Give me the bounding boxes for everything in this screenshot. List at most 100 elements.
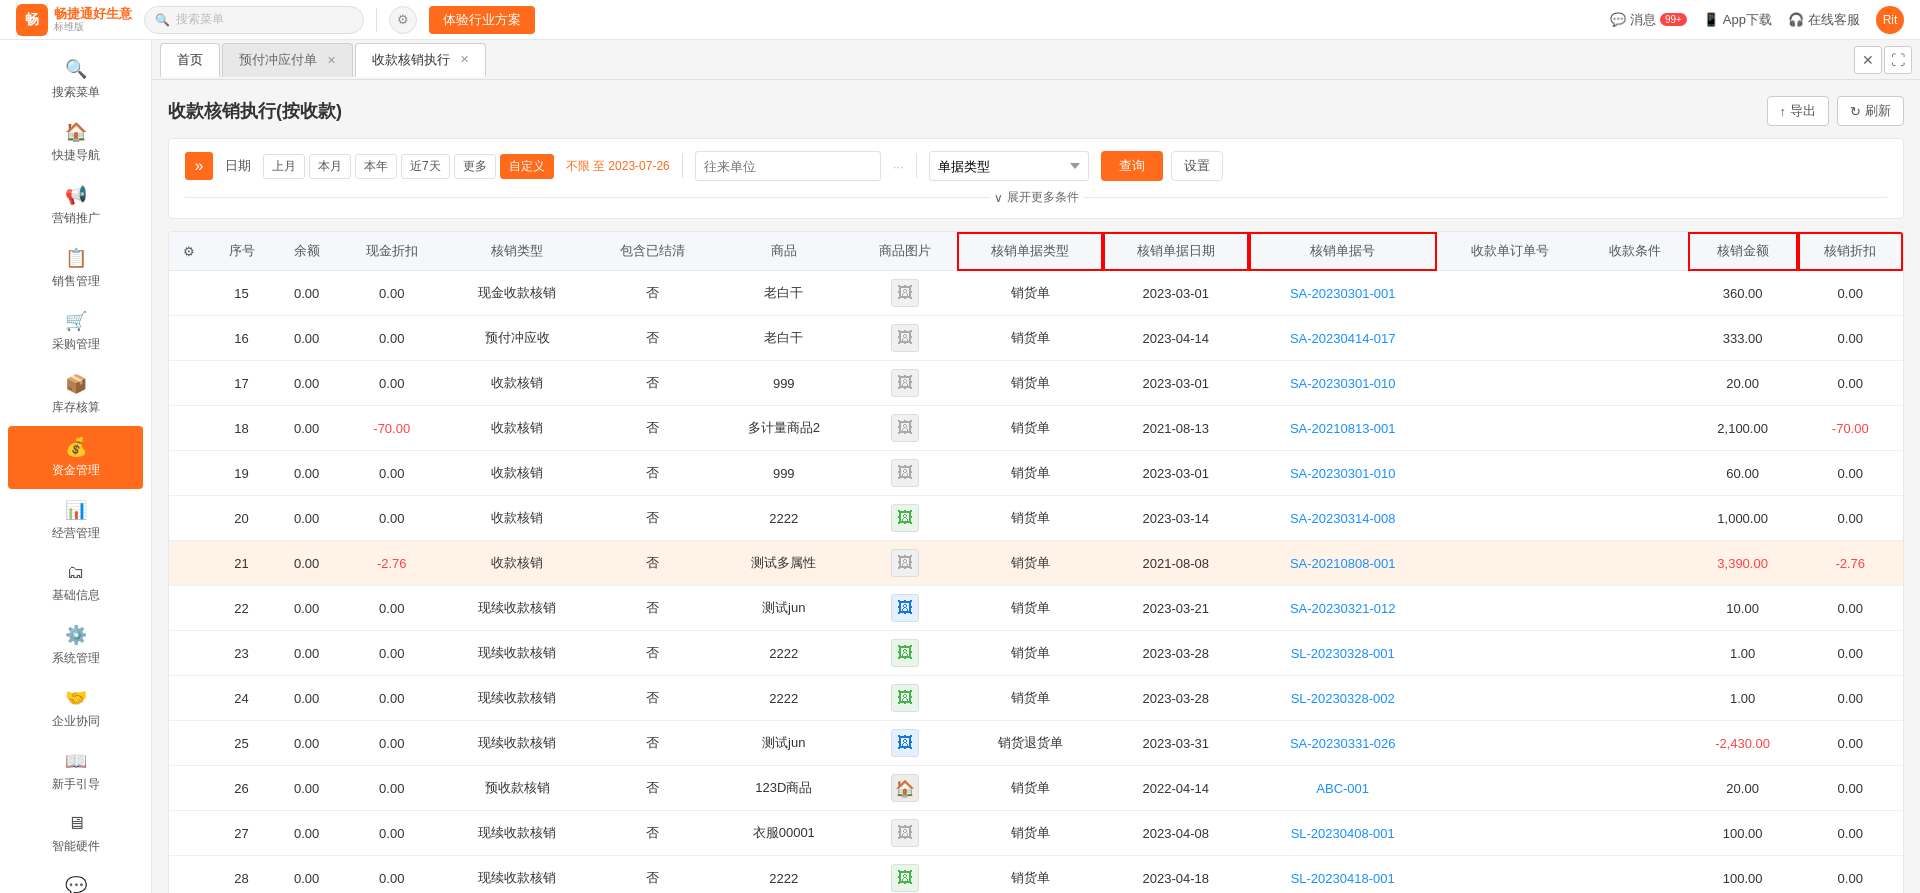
bill-no-link[interactable]: SA-20230301-010 (1290, 376, 1396, 391)
message-btn[interactable]: 💬 消息 99+ (1610, 11, 1687, 29)
data-table-container: ⚙ 序号 余额 现金折扣 核销类型 包含已结清 商品 商品图片 核销单据类型 核… (168, 231, 1904, 893)
sales-icon: 📋 (65, 247, 87, 269)
date-btn-more[interactable]: 更多 (454, 154, 496, 179)
export-icon: ↑ (1780, 104, 1787, 119)
th-settings: ⚙ (169, 232, 209, 271)
sidebar-item-purchase[interactable]: 🛒 采购管理 (0, 300, 151, 363)
data-table: ⚙ 序号 余额 现金折扣 核销类型 包含已结清 商品 商品图片 核销单据类型 核… (169, 232, 1903, 893)
expand-more-row[interactable]: ∨ 展开更多条件 (185, 189, 1887, 206)
th-cancel-type: 核销类型 (444, 232, 590, 271)
tab-close-btn[interactable]: ✕ (1854, 46, 1882, 74)
sidebar-item-marketing[interactable]: 📢 营销推广 (0, 174, 151, 237)
page-content: 收款核销执行(按收款) ↑ 导出 ↻ 刷新 » (152, 80, 1920, 893)
sidebar-item-wechat[interactable]: 💬 企业微信 (0, 865, 151, 893)
settings-btn[interactable]: 设置 (1171, 151, 1223, 181)
date-range-text: 不限 至 2023-07-26 (566, 158, 670, 175)
table-row: 160.000.00预付冲应收否老白干🖼销货单2023-04-14SA-2023… (169, 316, 1903, 361)
sidebar-item-quicknav[interactable]: 🏠 快捷导航 (0, 111, 151, 174)
main-layout: 🔍 搜索菜单 🏠 快捷导航 📢 营销推广 📋 销售管理 🛒 采购管理 📦 库存核… (0, 40, 1920, 893)
product-thumbnail: 🖼 (891, 864, 919, 892)
page-title-bar: 收款核销执行(按收款) ↑ 导出 ↻ 刷新 (168, 96, 1904, 126)
bill-no-link[interactable]: SA-20230331-026 (1290, 736, 1396, 751)
filter-expand-btn[interactable]: » (185, 152, 213, 180)
product-thumbnail: 🖼 (891, 594, 919, 622)
partner-input[interactable] (695, 151, 881, 181)
trial-btn[interactable]: 体验行业方案 (429, 6, 535, 34)
sidebar-item-guide[interactable]: 📖 新手引导 (0, 740, 151, 803)
tab-home[interactable]: 首页 (160, 43, 220, 77)
home-icon: 🏠 (65, 121, 87, 143)
bill-no-link[interactable]: SA-20230314-008 (1290, 511, 1396, 526)
logo-icon: 畅 (16, 4, 48, 36)
inventory-icon: 📦 (65, 373, 87, 395)
refresh-icon: ↻ (1850, 104, 1861, 119)
product-thumbnail: 🖼 (891, 459, 919, 487)
enterprise-icon: 🤝 (65, 687, 87, 709)
th-balance: 余额 (274, 232, 339, 271)
th-include-settled: 包含已结清 (590, 232, 715, 271)
table-row: 240.000.00现续收款核销否2222🖼销货单2023-03-28SL-20… (169, 676, 1903, 721)
online-service-btn[interactable]: 🎧 在线客服 (1788, 11, 1860, 29)
sidebar-item-basic-info[interactable]: 🗂 基础信息 (0, 552, 151, 614)
table-row: 220.000.00现续收款核销否测试jun🖼销货单2023-03-21SA-2… (169, 586, 1903, 631)
th-cancel-discount: 核销折扣 (1798, 232, 1903, 271)
export-btn[interactable]: ↑ 导出 (1767, 96, 1830, 126)
tab-close-prepay[interactable]: ✕ (327, 54, 336, 67)
tab-cancel[interactable]: 收款核销执行 ✕ (355, 43, 486, 77)
sidebar-item-enterprise[interactable]: 🤝 企业协同 (0, 677, 151, 740)
management-icon: 📊 (65, 499, 87, 521)
system-icon: ⚙️ (65, 624, 87, 646)
bill-no-link[interactable]: SA-20210813-001 (1290, 421, 1396, 436)
product-thumbnail: 🏠 (891, 774, 919, 802)
app-download-btn[interactable]: 📱 App下载 (1703, 11, 1772, 29)
bill-no-link[interactable]: SA-20230321-012 (1290, 601, 1396, 616)
product-thumbnail: 🖼 (891, 729, 919, 757)
bill-no-link[interactable]: ABC-001 (1316, 781, 1369, 796)
refresh-btn[interactable]: ↻ 刷新 (1837, 96, 1904, 126)
product-thumbnail: 🖼 (891, 279, 919, 307)
table-row: 280.000.00现续收款核销否2222🖼销货单2023-04-18SL-20… (169, 856, 1903, 894)
search-box[interactable]: 🔍 搜索菜单 (144, 6, 364, 34)
search-icon: 🔍 (155, 13, 170, 27)
bill-no-link[interactable]: SA-20230301-001 (1290, 286, 1396, 301)
tab-prepay[interactable]: 预付冲应付单 ✕ (222, 43, 353, 77)
sidebar-item-inventory[interactable]: 📦 库存核算 (0, 363, 151, 426)
content-area: 首页 预付冲应付单 ✕ 收款核销执行 ✕ ✕ ⛶ 收款核销执行(按收款) ↑ (152, 40, 1920, 893)
bill-no-link[interactable]: SL-20230328-001 (1291, 646, 1395, 661)
date-btn-last-month[interactable]: 上月 (263, 154, 305, 179)
table-row: 270.000.00现续收款核销否衣服00001🖼销货单2023-04-08SL… (169, 811, 1903, 856)
bill-no-link[interactable]: SL-20230328-002 (1291, 691, 1395, 706)
settings-icon[interactable]: ⚙ (389, 6, 417, 34)
bill-no-link[interactable]: SL-20230408-001 (1291, 826, 1395, 841)
user-avatar[interactable]: Rit (1876, 6, 1904, 34)
date-btn-custom[interactable]: 自定义 (500, 154, 554, 179)
sidebar-item-finance[interactable]: 💰 资金管理 (8, 426, 143, 489)
date-btn-this-year[interactable]: 本年 (355, 154, 397, 179)
product-thumbnail: 🖼 (891, 414, 919, 442)
bill-no-link[interactable]: SA-20210808-001 (1290, 556, 1396, 571)
top-bar: 畅 畅捷通好生意 标维版 🔍 搜索菜单 ⚙ 体验行业方案 💬 消息 99+ 📱 … (0, 0, 1920, 40)
th-cash-discount: 现金折扣 (339, 232, 444, 271)
sidebar-item-hardware[interactable]: 🖥 智能硬件 (0, 803, 151, 865)
th-receipt-order-no: 收款单订单号 (1437, 232, 1583, 271)
sidebar-item-sales[interactable]: 📋 销售管理 (0, 237, 151, 300)
order-type-select[interactable]: 单据类型 (929, 151, 1089, 181)
bill-no-link[interactable]: SL-20230418-001 (1291, 871, 1395, 886)
partner-more-btn[interactable]: ··· (893, 159, 904, 174)
tab-close-cancel[interactable]: ✕ (460, 53, 469, 66)
date-btn-this-month[interactable]: 本月 (309, 154, 351, 179)
query-btn[interactable]: 查询 (1101, 151, 1163, 181)
product-thumbnail: 🖼 (891, 819, 919, 847)
tab-maximize-btn[interactable]: ⛶ (1884, 46, 1912, 74)
tab-bar: 首页 预付冲应付单 ✕ 收款核销执行 ✕ ✕ ⛶ (152, 40, 1920, 80)
product-thumbnail: 🖼 (891, 639, 919, 667)
sidebar-item-search[interactable]: 🔍 搜索菜单 (0, 48, 151, 111)
bill-no-link[interactable]: SA-20230301-010 (1290, 466, 1396, 481)
sidebar-item-management[interactable]: 📊 经营管理 (0, 489, 151, 552)
product-thumbnail: 🖼 (891, 549, 919, 577)
product-thumbnail: 🖼 (891, 684, 919, 712)
th-receipt-condition: 收款条件 (1582, 232, 1687, 271)
date-btn-7days[interactable]: 近7天 (401, 154, 450, 179)
bill-no-link[interactable]: SA-20230414-017 (1290, 331, 1396, 346)
sidebar-item-system[interactable]: ⚙️ 系统管理 (0, 614, 151, 677)
